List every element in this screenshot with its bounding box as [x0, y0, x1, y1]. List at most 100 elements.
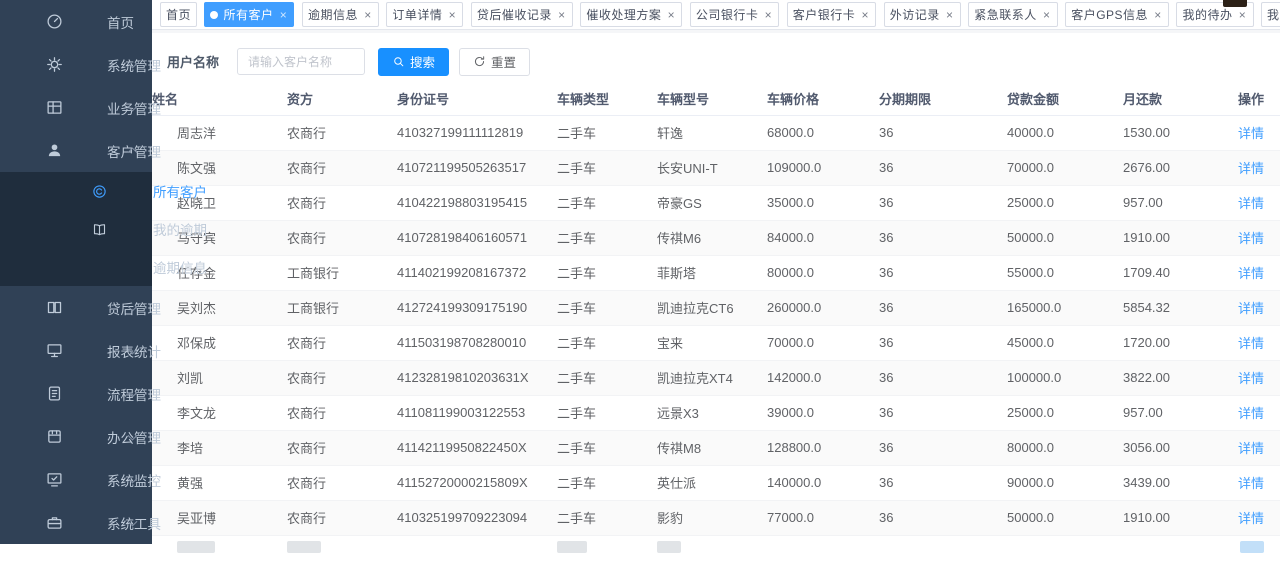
table-row: 刘凯 农商行 41232819810203631X 二手车 凯迪拉克XT4 14… — [152, 360, 1280, 395]
close-icon[interactable]: × — [860, 9, 870, 21]
cell-installment-term: 36 — [879, 115, 1007, 150]
cell-name: 邓保成 — [152, 325, 287, 360]
cell-vehicle-price: 77000.0 — [767, 500, 879, 535]
close-icon[interactable]: × — [1042, 9, 1052, 21]
tab[interactable]: 首页 × — [160, 2, 197, 27]
tab[interactable]: 贷后催收记录 × — [471, 2, 573, 27]
cell-loan-amount: 80000.0 — [1007, 430, 1123, 465]
cell-id-number: 411402199208167372 — [397, 255, 557, 290]
cell-installment-term: 36 — [879, 500, 1007, 535]
cell-vehicle-model: 轩逸 — [657, 115, 767, 150]
search-form: 用户名称 搜索 重置 — [152, 33, 1280, 82]
detail-link[interactable]: 详情 — [1238, 511, 1264, 526]
detail-link[interactable]: 详情 — [1238, 161, 1264, 176]
column-header: 车辆价格 — [767, 82, 879, 115]
cell-id-number: 411503198708280010 — [397, 325, 557, 360]
close-icon[interactable]: × — [666, 9, 676, 21]
detail-link[interactable]: 详情 — [1238, 126, 1264, 141]
cell-loan-amount: 50000.0 — [1007, 220, 1123, 255]
tab[interactable]: 逾期信息 × — [302, 2, 379, 27]
detail-link[interactable]: 详情 — [1238, 231, 1264, 246]
tab-label: 订单详情 — [392, 6, 442, 23]
tab[interactable]: 催收处理方案 × — [580, 2, 682, 27]
sidebar-item[interactable]: 系统工具 — [0, 501, 152, 544]
cell-installment-term: 36 — [879, 150, 1007, 185]
tab[interactable]: 我的流程 × — [1261, 2, 1280, 27]
search-button[interactable]: 搜索 — [378, 48, 449, 76]
detail-link[interactable]: 详情 — [1238, 476, 1264, 491]
sidebar-item[interactable]: 报表统计 — [0, 329, 152, 372]
table-row: 吴亚博 农商行 410325199709223094 二手车 影豹 77000.… — [152, 500, 1280, 535]
close-icon[interactable]: × — [1153, 9, 1163, 21]
active-dot-icon — [210, 11, 218, 19]
cell-installment-term: 36 — [879, 185, 1007, 220]
cell-vehicle-type: 二手车 — [557, 395, 657, 430]
tab[interactable]: 公司银行卡 × — [690, 2, 780, 27]
cell-loan-amount: 25000.0 — [1007, 185, 1123, 220]
table-row: 黄强 农商行 41152720000215809X 二手车 英仕派 140000… — [152, 465, 1280, 500]
close-icon[interactable]: × — [278, 9, 288, 21]
cell-vehicle-model: 英仕派 — [657, 465, 767, 500]
detail-link[interactable]: 详情 — [1238, 406, 1264, 421]
cell-capital: 农商行 — [287, 150, 397, 185]
cell-capital: 农商行 — [287, 220, 397, 255]
tab[interactable]: 外访记录 × — [884, 2, 961, 27]
cell-vehicle-type: 二手车 — [557, 325, 657, 360]
tab[interactable]: 紧急联系人 × — [968, 2, 1058, 27]
close-icon[interactable]: × — [1238, 9, 1248, 21]
cell-installment-term: 36 — [879, 430, 1007, 465]
sidebar-item[interactable]: 我的逾期 — [0, 210, 152, 248]
sidebar-item[interactable]: 办公管理 — [0, 415, 152, 458]
sidebar-item[interactable]: 系统监控 — [0, 458, 152, 501]
cell-id-number: 410327199111112819 — [397, 115, 557, 150]
cell-vehicle-price: 142000.0 — [767, 360, 879, 395]
tab-label: 公司银行卡 — [696, 6, 759, 23]
cell-monthly-payment: 3822.00 — [1123, 360, 1235, 395]
cell-capital: 农商行 — [287, 360, 397, 395]
detail-link[interactable]: 详情 — [1238, 266, 1264, 281]
sidebar-item[interactable]: 贷后管理 — [0, 286, 152, 329]
cell-vehicle-price: 35000.0 — [767, 185, 879, 220]
cell-id-number: 41142119950822450X — [397, 430, 557, 465]
cell-loan-amount: 55000.0 — [1007, 255, 1123, 290]
reset-button[interactable]: 重置 — [459, 48, 530, 76]
cell-name: 陈文强 — [152, 150, 287, 185]
detail-link[interactable]: 详情 — [1238, 371, 1264, 386]
close-icon[interactable]: × — [945, 9, 955, 21]
detail-link[interactable]: 详情 — [1238, 196, 1264, 211]
close-icon[interactable]: × — [447, 9, 457, 21]
sidebar-item[interactable]: 流程管理 — [0, 372, 152, 415]
cell-loan-amount: 40000.0 — [1007, 115, 1123, 150]
cell-installment-term: 36 — [879, 290, 1007, 325]
tab[interactable]: 客户银行卡 × — [787, 2, 877, 27]
sidebar-item[interactable]: 系统管理 — [0, 43, 152, 86]
cell-id-number: 41232819810203631X — [397, 360, 557, 395]
detail-link[interactable]: 详情 — [1238, 441, 1264, 456]
sidebar-item[interactable]: 客户管理 — [0, 129, 152, 172]
cell-monthly-payment: 957.00 — [1123, 395, 1235, 430]
cell-name: 李培 — [152, 430, 287, 465]
cell-vehicle-price: 109000.0 — [767, 150, 879, 185]
sidebar-item[interactable]: 业务管理 — [0, 86, 152, 129]
cell-vehicle-model: 凯迪拉克XT4 — [657, 360, 767, 395]
tab[interactable]: 订单详情 × — [386, 2, 463, 27]
detail-link[interactable]: 详情 — [1238, 301, 1264, 316]
cell-vehicle-model: 宝来 — [657, 325, 767, 360]
close-icon[interactable]: × — [557, 9, 567, 21]
table-header-row: 姓名资方身份证号车辆类型车辆型号车辆价格分期期限贷款金额月还款操作 — [152, 82, 1280, 115]
detail-link[interactable]: 详情 — [1238, 336, 1264, 351]
cell-name: 吴刘杰 — [152, 290, 287, 325]
search-input[interactable] — [237, 48, 365, 75]
tab[interactable]: 客户GPS信息 × — [1065, 2, 1169, 27]
close-icon[interactable]: × — [763, 9, 773, 21]
cell-loan-amount: 45000.0 — [1007, 325, 1123, 360]
sidebar-item[interactable]: 首页 — [0, 0, 152, 43]
close-icon[interactable]: × — [363, 9, 373, 21]
sidebar-item[interactable]: 逾期信息 — [0, 248, 152, 286]
postloan-icon — [46, 299, 63, 316]
tab[interactable]: 所有客户 × — [204, 2, 294, 27]
column-header: 身份证号 — [397, 82, 557, 115]
column-header: 操作 — [1235, 82, 1280, 115]
sidebar-item[interactable]: 所有客户 — [0, 172, 152, 210]
tab-label: 紧急联系人 — [974, 6, 1037, 23]
